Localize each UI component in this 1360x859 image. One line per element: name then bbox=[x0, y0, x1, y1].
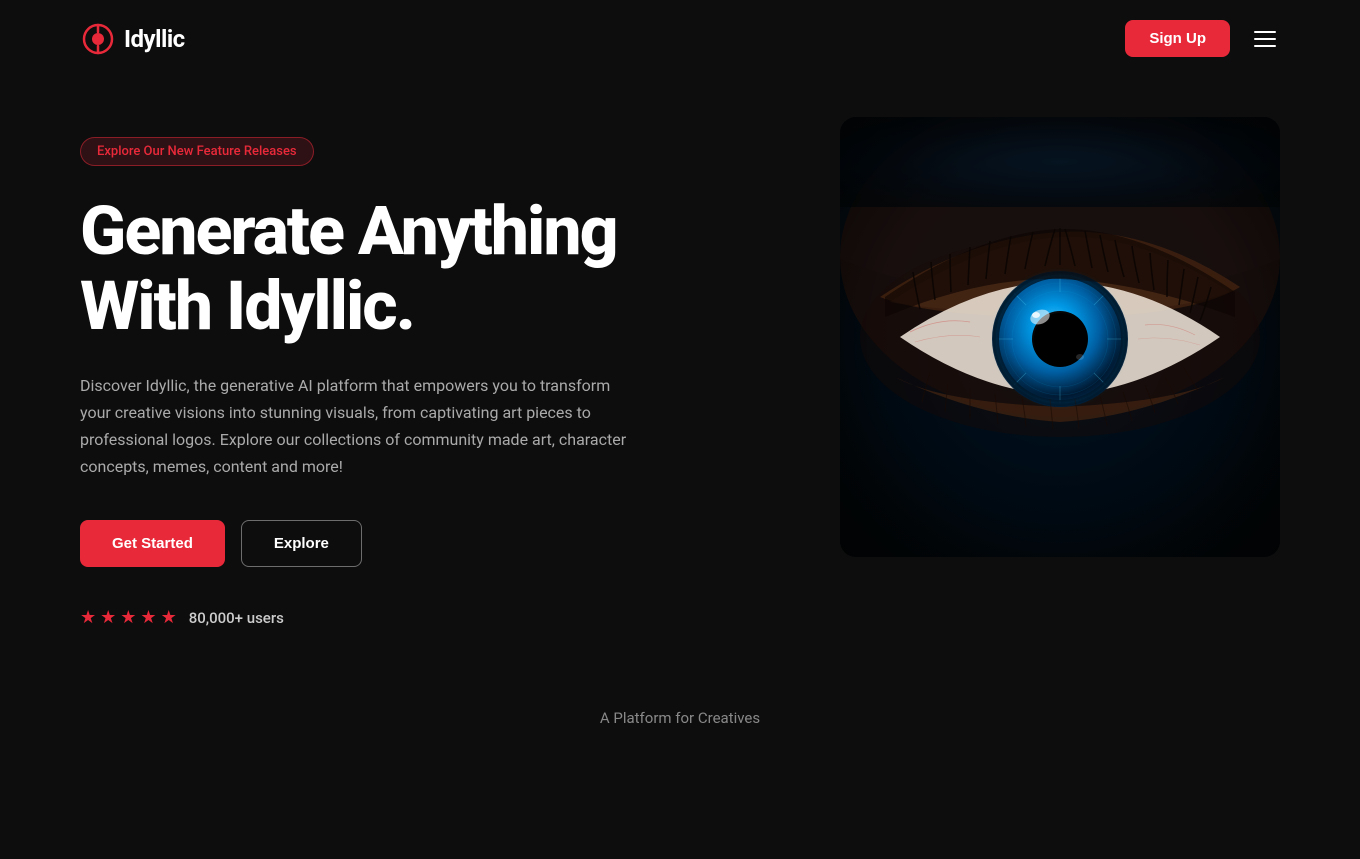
social-proof: ★ ★ ★ ★ ★ 80,000+ users bbox=[80, 607, 740, 628]
logo-icon bbox=[80, 21, 116, 57]
star-1: ★ bbox=[80, 607, 96, 628]
menu-line-3 bbox=[1254, 45, 1276, 47]
hero-title-line2: With Idyllic. bbox=[80, 266, 414, 346]
get-started-button[interactable]: Get Started bbox=[80, 520, 225, 567]
hero-image bbox=[840, 117, 1280, 557]
menu-line-2 bbox=[1254, 38, 1276, 40]
platform-text: A Platform for Creatives bbox=[600, 709, 760, 727]
logo[interactable]: Idyllic bbox=[80, 21, 185, 57]
navbar: Idyllic Sign Up bbox=[0, 0, 1360, 77]
eye-artwork bbox=[840, 117, 1280, 557]
feature-badge[interactable]: Explore Our New Feature Releases bbox=[80, 137, 314, 166]
explore-button[interactable]: Explore bbox=[241, 520, 362, 567]
hero-title-line1: Generate Anything bbox=[80, 191, 617, 271]
user-count: 80,000+ users bbox=[189, 609, 284, 627]
hero-content: Explore Our New Feature Releases Generat… bbox=[80, 117, 740, 628]
menu-line-1 bbox=[1254, 31, 1276, 33]
nav-actions: Sign Up bbox=[1125, 20, 1280, 57]
menu-icon[interactable] bbox=[1250, 27, 1280, 51]
hero-section: Explore Our New Feature Releases Generat… bbox=[0, 77, 1360, 757]
star-rating: ★ ★ ★ ★ ★ bbox=[80, 607, 177, 628]
star-5: ★ bbox=[161, 607, 177, 628]
hero-title: Generate Anything With Idyllic. bbox=[80, 194, 740, 344]
bottom-label: A Platform for Creatives bbox=[0, 688, 1360, 757]
hero-description: Discover Idyllic, the generative AI plat… bbox=[80, 372, 640, 481]
hero-buttons: Get Started Explore bbox=[80, 520, 740, 567]
star-4: ★ bbox=[140, 607, 156, 628]
eye-svg bbox=[840, 117, 1280, 557]
star-2: ★ bbox=[100, 607, 116, 628]
star-3: ★ bbox=[120, 607, 136, 628]
sign-up-button[interactable]: Sign Up bbox=[1125, 20, 1230, 57]
eye-artwork-container bbox=[840, 117, 1280, 557]
logo-text: Idyllic bbox=[124, 25, 185, 53]
